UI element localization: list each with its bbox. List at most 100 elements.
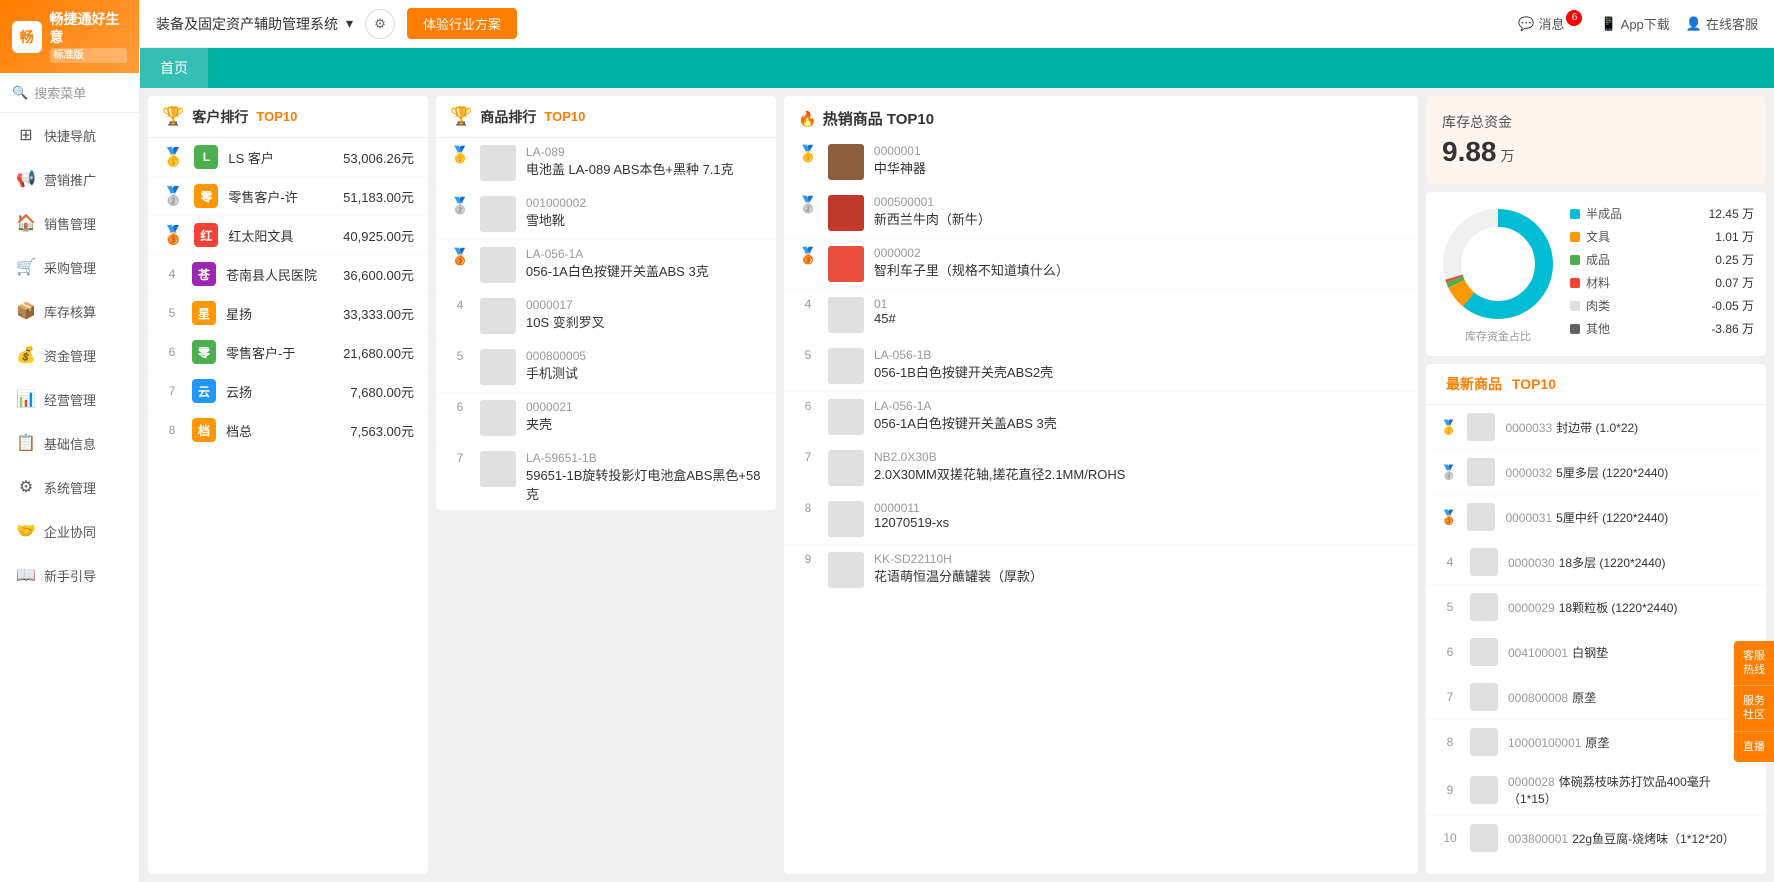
product-image: [1470, 728, 1498, 756]
table-row: 5 000800005 手机测试: [436, 342, 776, 393]
rank3-icon: 🥉: [162, 225, 184, 246]
table-row: 🥇 LA-089 电池盖 LA-089 ABS本色+黑种 7.1克: [436, 138, 776, 189]
message-button[interactable]: 💬 消息 6: [1518, 14, 1584, 33]
legend-item: 肉类 -0.05 万: [1570, 297, 1754, 314]
service-icon: 👤: [1686, 16, 1702, 32]
table-row: 🥉 红 红太阳文具 40,925.00元: [148, 216, 428, 255]
sidebar-item-cooperation[interactable]: 🤝企业协同: [0, 509, 139, 553]
rank-badge: 零: [194, 184, 218, 208]
list-item: 5 000002918颗粒板 (1220*2440): [1426, 585, 1766, 630]
customer-name: 云扬: [226, 382, 340, 401]
float-btn-2[interactable]: 直播: [1734, 732, 1774, 762]
product-image: [480, 451, 516, 487]
settings-button[interactable]: ⚙: [365, 9, 395, 39]
logo-icon: 畅: [12, 21, 42, 53]
rank3-icon: 🥉: [798, 246, 818, 266]
product-image: [1470, 776, 1498, 804]
message-icon: 💬: [1518, 16, 1534, 32]
sidebar-logo: 畅 畅捷通好生意 标准版: [0, 0, 139, 73]
search-icon: 🔍: [12, 85, 28, 101]
legend-dot: [1570, 324, 1580, 334]
list-item: 6 004100001白钢垫: [1426, 630, 1766, 675]
nav-icon-inventory: 📦: [16, 301, 36, 321]
float-btn-0[interactable]: 客服 热线: [1734, 641, 1774, 687]
product-image: [480, 247, 516, 283]
hot-products-header: 🔥 热销商品 TOP10: [784, 96, 1418, 137]
topbar-system-name[interactable]: 装备及固定资产辅助管理系统 ▾: [156, 14, 353, 34]
product-info: LA-056-1B 056-1B白色按键开关壳ABS2壳: [874, 348, 1404, 381]
sidebar-item-finance[interactable]: 💰资金管理: [0, 333, 139, 377]
sidebar-item-purchase[interactable]: 🛒采购管理: [0, 245, 139, 289]
rank1-icon: 🥇: [1440, 419, 1457, 436]
sidebar-item-sales[interactable]: 🏠销售管理: [0, 201, 139, 245]
product-image: [1470, 593, 1498, 621]
product-info: LA-59651-1B 59651-1B旋转投影灯电池盒ABS黑色+58克: [526, 451, 762, 503]
list-item: 10 00380000122g鱼豆腐-烧烤味（1*12*20）: [1426, 816, 1766, 860]
rank2-icon: 🥈: [1440, 464, 1457, 481]
sidebar-search[interactable]: 🔍 搜索菜单: [0, 73, 139, 113]
product-image: [480, 145, 516, 181]
product-image: [480, 298, 516, 334]
phone-icon: 📱: [1600, 16, 1616, 32]
trial-button[interactable]: 体验行业方案: [407, 8, 517, 39]
nav-icon-purchase: 🛒: [16, 257, 36, 277]
product-image: [828, 195, 864, 231]
rank1-icon: 🥇: [798, 144, 818, 164]
hot-products-list: 🥇 0000001 中华神器 🥈 000500001 新西兰牛肉（新牛） 🥉 0…: [784, 137, 1418, 874]
nav-icon-marketing: 📢: [16, 169, 36, 189]
nav-icon-system: ⚙: [16, 477, 36, 497]
product-info: 01 45#: [874, 297, 1404, 326]
legend-item: 成品 0.25 万: [1570, 251, 1754, 268]
donut-chart: [1438, 204, 1558, 324]
topbar-right: 💬 消息 6 📱 App下载 👤 在线客服: [1518, 14, 1758, 33]
sidebar-item-quick-nav[interactable]: ⊞快捷导航: [0, 113, 139, 157]
legend-dot: [1570, 278, 1580, 288]
table-row: 🥈 001000002 雪地靴: [436, 189, 776, 240]
donut-legend: 半成品 12.45 万 文具 1.01 万 成品 0.25 万 材料 0.07 …: [1570, 205, 1754, 343]
product-info: LA-089 电池盖 LA-089 ABS本色+黑种 7.1克: [526, 145, 762, 178]
list-item: 🥉 0000002 智利车子里（规格不知道填什么）: [784, 239, 1418, 290]
customer-amount: 7,680.00元: [350, 382, 414, 401]
legend-item: 其他 -3.86 万: [1570, 320, 1754, 337]
app-download-button[interactable]: 📱 App下载: [1600, 14, 1669, 33]
sidebar-item-operation[interactable]: 📊经营管理: [0, 377, 139, 421]
table-row: 4 苍 苍南县人民医院 36,600.00元: [148, 255, 428, 294]
sidebar-item-guide[interactable]: 📖新手引导: [0, 553, 139, 597]
product-info: 0000021 夹壳: [526, 400, 762, 433]
legend-item: 文具 1.01 万: [1570, 228, 1754, 245]
nav-icon-sales: 🏠: [16, 213, 36, 233]
rank1-icon: 🥇: [162, 147, 184, 168]
latest-products-list: 🥇 0000033封边带 (1.0*22) 🥈 00000325厘多层 (122…: [1426, 405, 1766, 860]
float-btn-1[interactable]: 服务 社区: [1734, 686, 1774, 732]
rank-badge: 红: [194, 223, 218, 247]
product-image: [828, 144, 864, 180]
message-badge: 6: [1566, 10, 1582, 26]
nav-icon-finance: 💰: [16, 345, 36, 365]
sidebar-item-inventory[interactable]: 📦库存核算: [0, 289, 139, 333]
sidebar-item-marketing[interactable]: 📢营销推广: [0, 157, 139, 201]
list-item: 🥈 00000325厘多层 (1220*2440): [1426, 450, 1766, 495]
customer-amount: 51,183.00元: [343, 187, 414, 206]
customer-name: 红太阳文具: [228, 226, 333, 245]
table-row: 7 LA-59651-1B 59651-1B旋转投影灯电池盒ABS黑色+58克: [436, 444, 776, 510]
product-image: [480, 349, 516, 385]
product-image: [828, 246, 864, 282]
latest-products-title: 最新商品 TOP10: [1426, 364, 1766, 405]
customer-amount: 53,006.26元: [343, 148, 414, 167]
rank2-icon: 🥈: [798, 195, 818, 215]
tab-首页[interactable]: 首页: [140, 48, 208, 88]
sidebar-item-basic-info[interactable]: 📋基础信息: [0, 421, 139, 465]
table-row: 5 星 星扬 33,333.00元: [148, 294, 428, 333]
nav-icon-quick-nav: ⊞: [16, 125, 36, 145]
customer-amount: 40,925.00元: [343, 226, 414, 245]
customer-ranking-list: 🥇 L LS 客户 53,006.26元 🥈 零 零售客户-许 51,183.0…: [148, 138, 428, 874]
nav-icon-cooperation: 🤝: [16, 521, 36, 541]
online-service-button[interactable]: 👤 在线客服: [1686, 14, 1758, 33]
legend-dot: [1570, 209, 1580, 219]
table-row: 🥈 零 零售客户-许 51,183.00元: [148, 177, 428, 216]
list-item: 6 LA-056-1A 056-1A白色按键开关盖ABS 3壳: [784, 392, 1418, 443]
list-item: 4 000003018多层 (1220*2440): [1426, 540, 1766, 585]
sidebar-item-system[interactable]: ⚙系统管理: [0, 465, 139, 509]
product-image: [1470, 638, 1498, 666]
sidebar-logo-text: 畅捷通好生意 标准版: [50, 10, 127, 63]
